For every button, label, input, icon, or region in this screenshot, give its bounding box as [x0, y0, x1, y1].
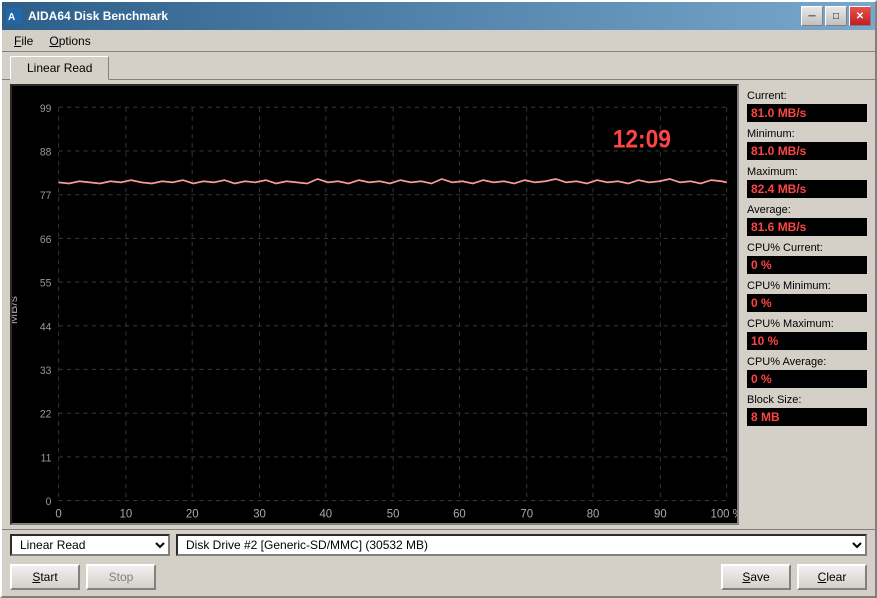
svg-text:60: 60: [453, 506, 466, 521]
cpu-average-label: CPU% Average:: [747, 356, 867, 368]
svg-text:0: 0: [55, 506, 62, 521]
minimum-label: Minimum:: [747, 128, 867, 140]
block-size-label: Block Size:: [747, 394, 867, 406]
content-area: 0 11 22 33 44 55 66 77 88 99 MB/s 0 10 2…: [2, 79, 875, 529]
maximum-label: Maximum:: [747, 166, 867, 178]
chart-panel: 0 11 22 33 44 55 66 77 88 99 MB/s 0 10 2…: [10, 84, 739, 525]
svg-text:50: 50: [387, 506, 400, 521]
svg-text:77: 77: [40, 190, 52, 202]
bottom-bar: Linear Read Disk Drive #2 [Generic-SD/MM…: [2, 529, 875, 560]
maximize-button[interactable]: □: [825, 6, 847, 26]
main-window: A AIDA64 Disk Benchmark ─ □ ✕ File Optio…: [0, 0, 877, 598]
current-label: Current:: [747, 90, 867, 102]
menu-file[interactable]: File: [6, 32, 41, 50]
minimize-button[interactable]: ─: [801, 6, 823, 26]
svg-text:99: 99: [40, 102, 52, 114]
cpu-maximum-label: CPU% Maximum:: [747, 318, 867, 330]
svg-text:12:09: 12:09: [613, 127, 671, 154]
title-bar: A AIDA64 Disk Benchmark ─ □ ✕: [2, 2, 875, 30]
svg-text:100 %: 100 %: [710, 506, 737, 521]
svg-text:11: 11: [41, 452, 52, 464]
maximize-icon: □: [833, 11, 839, 22]
svg-text:44: 44: [40, 321, 52, 333]
maximum-value: 82.4 MB/s: [747, 180, 867, 198]
cpu-current-value: 0 %: [747, 256, 867, 274]
test-type-dropdown[interactable]: Linear Read: [10, 534, 170, 556]
window-title: AIDA64 Disk Benchmark: [28, 9, 168, 23]
svg-text:10: 10: [120, 506, 133, 521]
button-spacer: [162, 564, 715, 590]
cpu-minimum-label: CPU% Minimum:: [747, 280, 867, 292]
svg-text:90: 90: [654, 506, 667, 521]
close-icon: ✕: [856, 11, 864, 22]
svg-text:66: 66: [40, 234, 52, 246]
average-label: Average:: [747, 204, 867, 216]
clear-button[interactable]: Clear: [797, 564, 867, 590]
svg-text:20: 20: [186, 506, 199, 521]
cpu-average-value: 0 %: [747, 370, 867, 388]
svg-text:MB/s: MB/s: [12, 296, 20, 324]
start-button[interactable]: Start: [10, 564, 80, 590]
minimize-icon: ─: [808, 11, 815, 22]
app-icon: A: [6, 8, 22, 24]
svg-text:A: A: [8, 12, 15, 23]
current-value: 81.0 MB/s: [747, 104, 867, 122]
svg-text:22: 22: [40, 408, 52, 420]
save-button-label: Save: [742, 570, 769, 584]
svg-text:55: 55: [40, 277, 52, 289]
chart-svg: 0 11 22 33 44 55 66 77 88 99 MB/s 0 10 2…: [12, 86, 737, 523]
svg-text:0: 0: [46, 496, 52, 508]
block-size-value: 8 MB: [747, 408, 867, 426]
menu-options[interactable]: Options: [41, 32, 98, 50]
stop-button[interactable]: Stop: [86, 564, 156, 590]
menu-file-label: File: [14, 34, 33, 48]
stop-button-label: Stop: [109, 570, 134, 584]
svg-text:88: 88: [40, 146, 52, 158]
svg-text:80: 80: [587, 506, 600, 521]
svg-text:40: 40: [319, 506, 332, 521]
tab-linear-read[interactable]: Linear Read: [10, 56, 109, 80]
drive-dropdown[interactable]: Disk Drive #2 [Generic-SD/MMC] (30532 MB…: [176, 534, 867, 556]
tab-bar: Linear Read: [2, 52, 875, 79]
save-button[interactable]: Save: [721, 564, 791, 590]
svg-text:70: 70: [520, 506, 533, 521]
close-button[interactable]: ✕: [849, 6, 871, 26]
cpu-maximum-value: 10 %: [747, 332, 867, 350]
svg-text:30: 30: [253, 506, 266, 521]
stats-panel: Current: 81.0 MB/s Minimum: 81.0 MB/s Ma…: [747, 84, 867, 525]
menu-bar: File Options: [2, 30, 875, 52]
average-value: 81.6 MB/s: [747, 218, 867, 236]
clear-button-label: Clear: [818, 570, 847, 584]
title-bar-left: A AIDA64 Disk Benchmark: [6, 8, 168, 24]
title-buttons: ─ □ ✕: [801, 6, 871, 26]
svg-text:33: 33: [40, 365, 52, 377]
minimum-value: 81.0 MB/s: [747, 142, 867, 160]
menu-options-label: Options: [49, 34, 90, 48]
button-row: Start Stop Save Clear: [2, 560, 875, 596]
cpu-current-label: CPU% Current:: [747, 242, 867, 254]
start-button-label: Start: [32, 570, 57, 584]
cpu-minimum-value: 0 %: [747, 294, 867, 312]
tab-linear-read-label: Linear Read: [27, 61, 92, 75]
